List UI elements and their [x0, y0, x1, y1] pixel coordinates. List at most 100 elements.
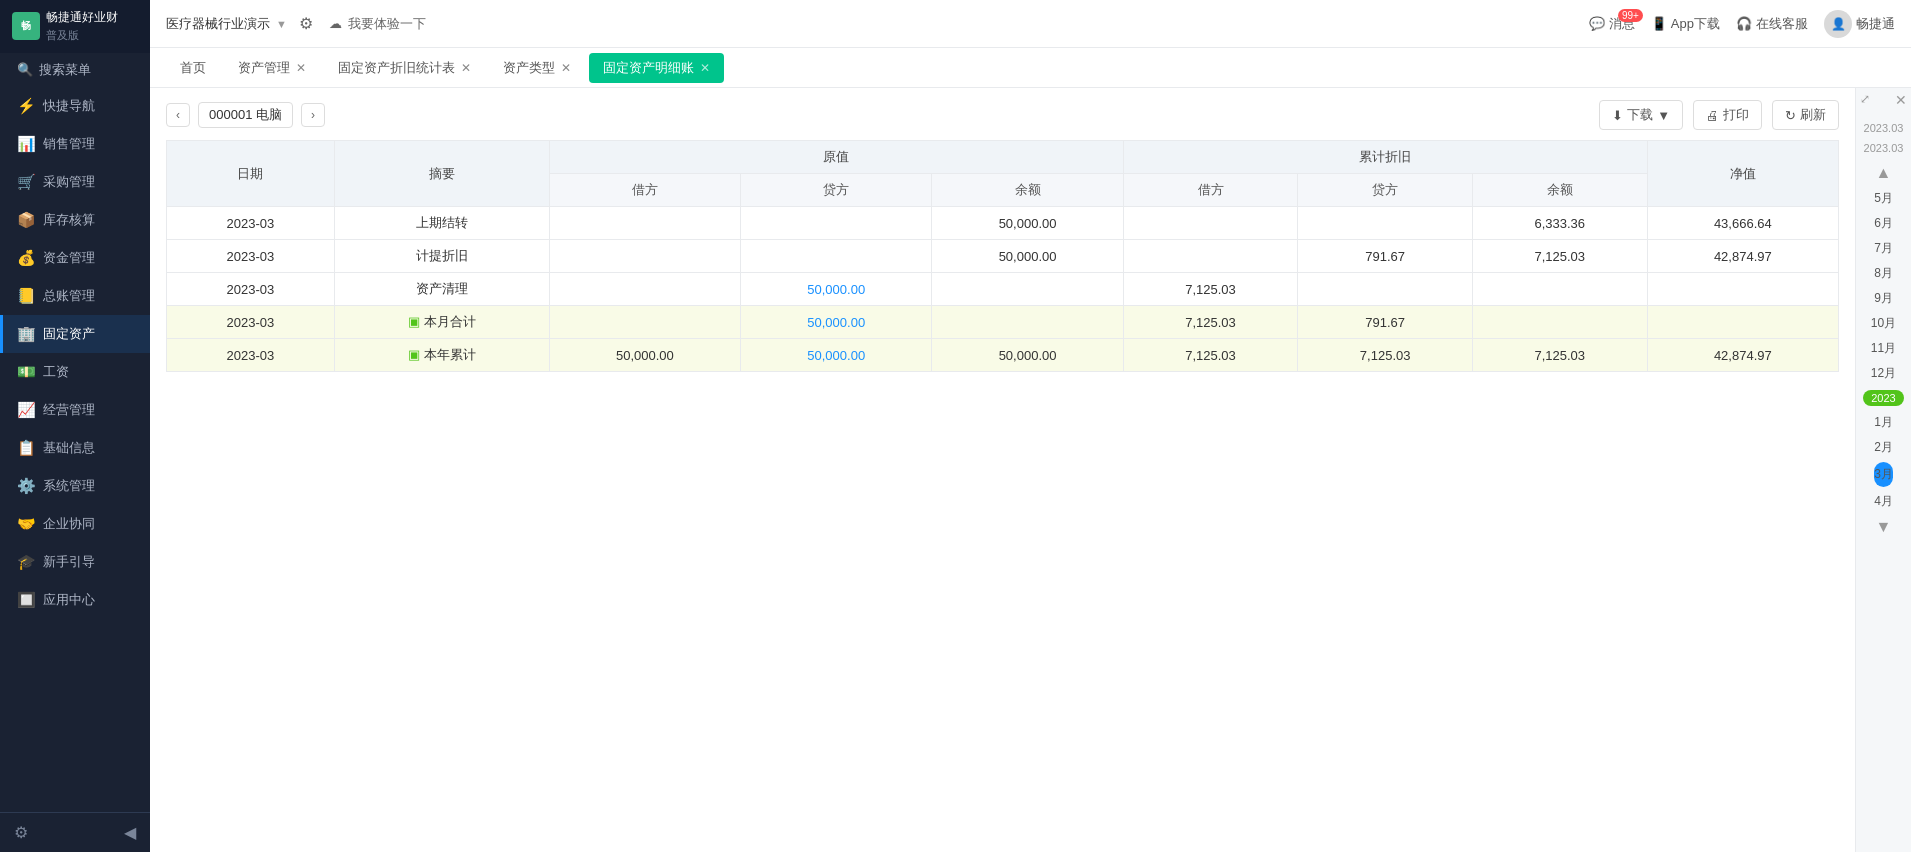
orig-debit-cell — [549, 273, 740, 306]
next-asset-button[interactable]: › — [301, 103, 325, 127]
customer-service-button[interactable]: 🎧 在线客服 — [1736, 15, 1808, 33]
app-download-button[interactable]: 📱 App下载 — [1651, 15, 1720, 33]
sidebar-header: 畅 畅捷通好业财 普及版 — [0, 0, 150, 53]
tab-asset-management[interactable]: 资产管理 ✕ — [224, 53, 320, 83]
timeline-month-item[interactable]: 4月 — [1863, 489, 1903, 514]
orig-debit-cell — [549, 306, 740, 339]
sidebar-search-label: 搜索菜单 — [39, 61, 91, 79]
sidebar-item-search[interactable]: 🔍 搜索菜单 — [0, 53, 150, 87]
timeline-month-item[interactable]: 12月 — [1863, 361, 1903, 386]
sidebar-item-label: 应用中心 — [43, 591, 95, 609]
sidebar-item-quick-nav[interactable]: ⚡ 快捷导航 — [0, 87, 150, 125]
timeline-down-arrow[interactable]: ▼ — [1863, 514, 1903, 540]
sidebar-settings-icon[interactable]: ⚙ — [14, 823, 28, 842]
timeline-month-item[interactable]: 5月 — [1863, 186, 1903, 211]
timeline-month-item[interactable]: 9月 — [1863, 286, 1903, 311]
company-selector[interactable]: 医疗器械行业演示 ▼ — [166, 15, 287, 33]
tab-depreciation-table[interactable]: 固定资产折旧统计表 ✕ — [324, 53, 485, 83]
tab-asset-type[interactable]: 资产类型 ✕ — [489, 53, 585, 83]
tab-close-icon[interactable]: ✕ — [296, 61, 306, 75]
user-profile[interactable]: 👤 畅捷通 — [1824, 10, 1895, 38]
tab-asset-detail[interactable]: 固定资产明细账 ✕ — [589, 53, 724, 83]
net-value-header: 净值 — [1647, 141, 1838, 207]
sidebar-item-label: 工资 — [43, 363, 69, 381]
sidebar-item-app-center[interactable]: 🔲 应用中心 — [0, 581, 150, 619]
refresh-button[interactable]: ↻ 刷新 — [1772, 100, 1839, 130]
download-label: 下载 — [1627, 106, 1653, 124]
sidebar-item-sales[interactable]: 📊 销售管理 — [0, 125, 150, 163]
tab-close-icon[interactable]: ✕ — [561, 61, 571, 75]
tab-home[interactable]: 首页 — [166, 53, 220, 83]
sidebar-item-system[interactable]: ⚙️ 系统管理 — [0, 467, 150, 505]
dep-balance-cell: 6,333.36 — [1472, 207, 1647, 240]
sidebar-item-guide[interactable]: 🎓 新手引导 — [0, 543, 150, 581]
sidebar-item-inventory[interactable]: 📦 库存核算 — [0, 201, 150, 239]
sidebar-item-operations[interactable]: 📈 经营管理 — [0, 391, 150, 429]
settings-icon[interactable]: ⚙ — [299, 14, 313, 33]
timeline-up-arrow[interactable]: ▲ — [1863, 160, 1903, 186]
summary-cell: 资产清理 — [334, 273, 549, 306]
topbar-right: 💬 消息 99+ 📱 App下载 🎧 在线客服 👤 畅捷通 — [1589, 10, 1895, 38]
timeline-month-item[interactable]: 1月 — [1863, 410, 1903, 435]
timeline-year-badge[interactable]: 2023 — [1863, 390, 1903, 406]
timeline-month-item[interactable]: 3月 — [1874, 462, 1893, 487]
dep-debit-cell — [1123, 240, 1298, 273]
purchase-icon: 🛒 — [17, 173, 35, 191]
sidebar-item-payroll[interactable]: 💵 工资 — [0, 353, 150, 391]
dep-balance-cell — [1472, 273, 1647, 306]
toolbar-actions: ⬇ 下载 ▼ 🖨 打印 ↻ 刷新 — [1599, 100, 1839, 130]
sidebar-item-label: 基础信息 — [43, 439, 95, 457]
tab-bar: 首页 资产管理 ✕ 固定资产折旧统计表 ✕ 资产类型 ✕ 固定资产明细账 ✕ — [150, 48, 1911, 88]
tab-label: 资产管理 — [238, 59, 290, 77]
print-button[interactable]: 🖨 打印 — [1693, 100, 1762, 130]
timeline-month-item[interactable]: 6月 — [1863, 211, 1903, 236]
orig-credit-cell — [741, 240, 932, 273]
timeline-header-1: 2023.03 — [1864, 116, 1904, 136]
orig-balance-header: 余额 — [932, 174, 1123, 207]
summary-cell: 计提折旧 — [334, 240, 549, 273]
payroll-icon: 💵 — [17, 363, 35, 381]
orig-credit-header: 贷方 — [741, 174, 932, 207]
search-icon: 🔍 — [17, 62, 33, 77]
sidebar-collapse-icon[interactable]: ◀ — [124, 823, 136, 842]
sidebar-item-basics[interactable]: 📋 基础信息 — [0, 429, 150, 467]
tab-label: 资产类型 — [503, 59, 555, 77]
timeline-month-item[interactable]: 11月 — [1863, 336, 1903, 361]
timeline-expand-button[interactable]: ⤢ — [1860, 92, 1870, 106]
orig-debit-cell — [549, 240, 740, 273]
app-center-icon: 🔲 — [17, 591, 35, 609]
timeline-month-item[interactable]: 2月 — [1863, 435, 1903, 460]
timeline-month-item[interactable]: 8月 — [1863, 261, 1903, 286]
tab-close-icon[interactable]: ✕ — [461, 61, 471, 75]
sidebar-item-ledger[interactable]: 📒 总账管理 — [0, 277, 150, 315]
sidebar-item-label: 库存核算 — [43, 211, 95, 229]
timeline-close-button[interactable]: ✕ — [1895, 92, 1907, 108]
download-arrow-icon: ▼ — [1657, 108, 1670, 123]
sidebar-item-finance[interactable]: 💰 资金管理 — [0, 239, 150, 277]
dep-credit-cell — [1298, 273, 1473, 306]
timeline-month-item[interactable]: 7月 — [1863, 236, 1903, 261]
timeline-month-item[interactable]: 10月 — [1863, 311, 1903, 336]
edition-label: 普及版 — [46, 28, 118, 43]
fixed-assets-icon: 🏢 — [17, 325, 35, 343]
date-header: 日期 — [167, 141, 335, 207]
sidebar-item-label: 固定资产 — [43, 325, 95, 343]
orig-debit-header: 借方 — [549, 174, 740, 207]
experience-cloud-icon: ☁ — [329, 16, 342, 31]
download-button[interactable]: ⬇ 下载 ▼ — [1599, 100, 1683, 130]
table-row: 2023-03 — [167, 306, 335, 339]
dep-debit-cell: 7,125.03 — [1123, 273, 1298, 306]
tab-close-icon[interactable]: ✕ — [700, 61, 710, 75]
orig-debit-cell — [549, 207, 740, 240]
notifications-button[interactable]: 💬 消息 99+ — [1589, 15, 1635, 33]
dep-credit-header: 贷方 — [1298, 174, 1473, 207]
sidebar-item-purchase[interactable]: 🛒 采购管理 — [0, 163, 150, 201]
sidebar-bottom: ⚙ ◀ — [0, 812, 150, 852]
prev-asset-button[interactable]: ‹ — [166, 103, 190, 127]
operations-icon: 📈 — [17, 401, 35, 419]
sidebar-item-fixed-assets[interactable]: 🏢 固定资产 — [0, 315, 150, 353]
experience-button[interactable]: ☁ 我要体验一下 — [329, 15, 426, 33]
sidebar-item-collab[interactable]: 🤝 企业协同 — [0, 505, 150, 543]
net-value-cell — [1647, 273, 1838, 306]
summary-cell: ▣本年累计 — [334, 339, 549, 372]
